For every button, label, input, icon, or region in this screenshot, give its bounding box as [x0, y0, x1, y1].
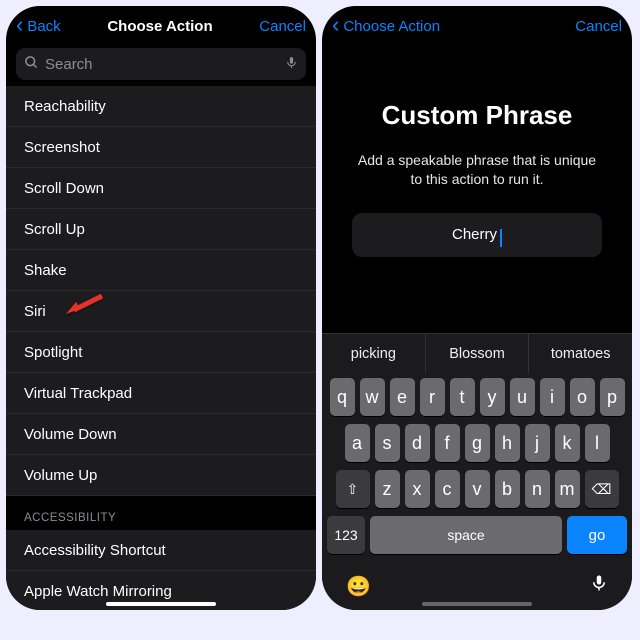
phrase-input[interactable]: Cherry	[352, 213, 602, 257]
search-field[interactable]: Search	[16, 48, 306, 80]
key-o[interactable]: o	[570, 378, 595, 416]
back-label: Choose Action	[343, 18, 440, 35]
list-item[interactable]: Scroll Up	[6, 209, 316, 250]
home-indicator[interactable]	[106, 602, 216, 606]
key-z[interactable]: z	[375, 470, 400, 508]
key-l[interactable]: l	[585, 424, 610, 462]
keyboard-area: picking Blossom tomatoes qwertyuiop asdf…	[322, 333, 632, 610]
dictate-icon[interactable]	[285, 54, 298, 74]
list-item[interactable]: Virtual Trackpad	[6, 373, 316, 414]
cancel-button[interactable]: Cancel	[259, 18, 306, 35]
list-item[interactable]: Scroll Down	[6, 168, 316, 209]
suggestion[interactable]: Blossom	[425, 334, 529, 373]
key-j[interactable]: j	[525, 424, 550, 462]
phrase-input-value: Cherry	[452, 226, 497, 243]
go-key[interactable]: go	[567, 516, 627, 554]
phone-custom-phrase: ‹ Choose Action Cancel Custom Phrase Add…	[322, 6, 632, 610]
back-button[interactable]: ‹ Back	[16, 15, 61, 37]
page-title: Choose Action	[107, 18, 212, 35]
key-t[interactable]: t	[450, 378, 475, 416]
key-c[interactable]: c	[435, 470, 460, 508]
cancel-button[interactable]: Cancel	[575, 18, 622, 35]
key-i[interactable]: i	[540, 378, 565, 416]
key-k[interactable]: k	[555, 424, 580, 462]
chevron-left-icon: ‹	[332, 14, 339, 36]
nav-bar: ‹ Back Choose Action Cancel	[6, 6, 316, 46]
keyboard: qwertyuiop asdfghjkl ⇧zxcvbnm⌫ 123 space…	[322, 373, 632, 568]
key-x[interactable]: x	[405, 470, 430, 508]
list-item[interactable]: Spotlight	[6, 332, 316, 373]
dictation-key[interactable]	[590, 572, 608, 600]
key-y[interactable]: y	[480, 378, 505, 416]
list-item[interactable]: Screenshot	[6, 127, 316, 168]
key-n[interactable]: n	[525, 470, 550, 508]
chevron-left-icon: ‹	[16, 14, 23, 36]
list-item[interactable]: Volume Down	[6, 414, 316, 455]
list-item[interactable]: Volume Up	[6, 455, 316, 496]
key-q[interactable]: q	[330, 378, 355, 416]
search-icon	[24, 55, 39, 73]
page-title: Custom Phrase	[352, 100, 602, 131]
key-f[interactable]: f	[435, 424, 460, 462]
home-indicator[interactable]	[422, 602, 532, 606]
text-cursor	[500, 229, 502, 247]
suggestion[interactable]: picking	[322, 334, 425, 373]
back-label: Back	[27, 18, 60, 35]
back-button[interactable]: ‹ Choose Action	[332, 15, 440, 37]
key-m[interactable]: m	[555, 470, 580, 508]
key-⇧[interactable]: ⇧	[336, 470, 370, 508]
key-e[interactable]: e	[390, 378, 415, 416]
list-item[interactable]: Accessibility Shortcut	[6, 530, 316, 571]
key-s[interactable]: s	[375, 424, 400, 462]
page-subtitle: Add a speakable phrase that is unique to…	[352, 151, 602, 189]
key-u[interactable]: u	[510, 378, 535, 416]
custom-phrase-content: Custom Phrase Add a speakable phrase tha…	[322, 46, 632, 257]
section-header-accessibility: ACCESSIBILITY	[6, 496, 316, 530]
action-list[interactable]: ReachabilityScreenshotScroll DownScroll …	[6, 86, 316, 610]
list-item[interactable]: Siri	[6, 291, 316, 332]
phone-choose-action: ‹ Back Choose Action Cancel Search Reach…	[6, 6, 316, 610]
suggestion[interactable]: tomatoes	[528, 334, 632, 373]
nav-bar: ‹ Choose Action Cancel	[322, 6, 632, 46]
key-v[interactable]: v	[465, 470, 490, 508]
key-a[interactable]: a	[345, 424, 370, 462]
key-b[interactable]: b	[495, 470, 520, 508]
numbers-key[interactable]: 123	[327, 516, 365, 554]
list-item[interactable]: Reachability	[6, 86, 316, 127]
key-r[interactable]: r	[420, 378, 445, 416]
key-p[interactable]: p	[600, 378, 625, 416]
suggestion-bar: picking Blossom tomatoes	[322, 333, 632, 373]
key-⌫[interactable]: ⌫	[585, 470, 619, 508]
list-item[interactable]: Shake	[6, 250, 316, 291]
key-h[interactable]: h	[495, 424, 520, 462]
search-placeholder: Search	[45, 56, 285, 73]
key-d[interactable]: d	[405, 424, 430, 462]
key-w[interactable]: w	[360, 378, 385, 416]
emoji-key[interactable]: 😀	[346, 574, 371, 599]
space-key[interactable]: space	[370, 516, 562, 554]
key-g[interactable]: g	[465, 424, 490, 462]
